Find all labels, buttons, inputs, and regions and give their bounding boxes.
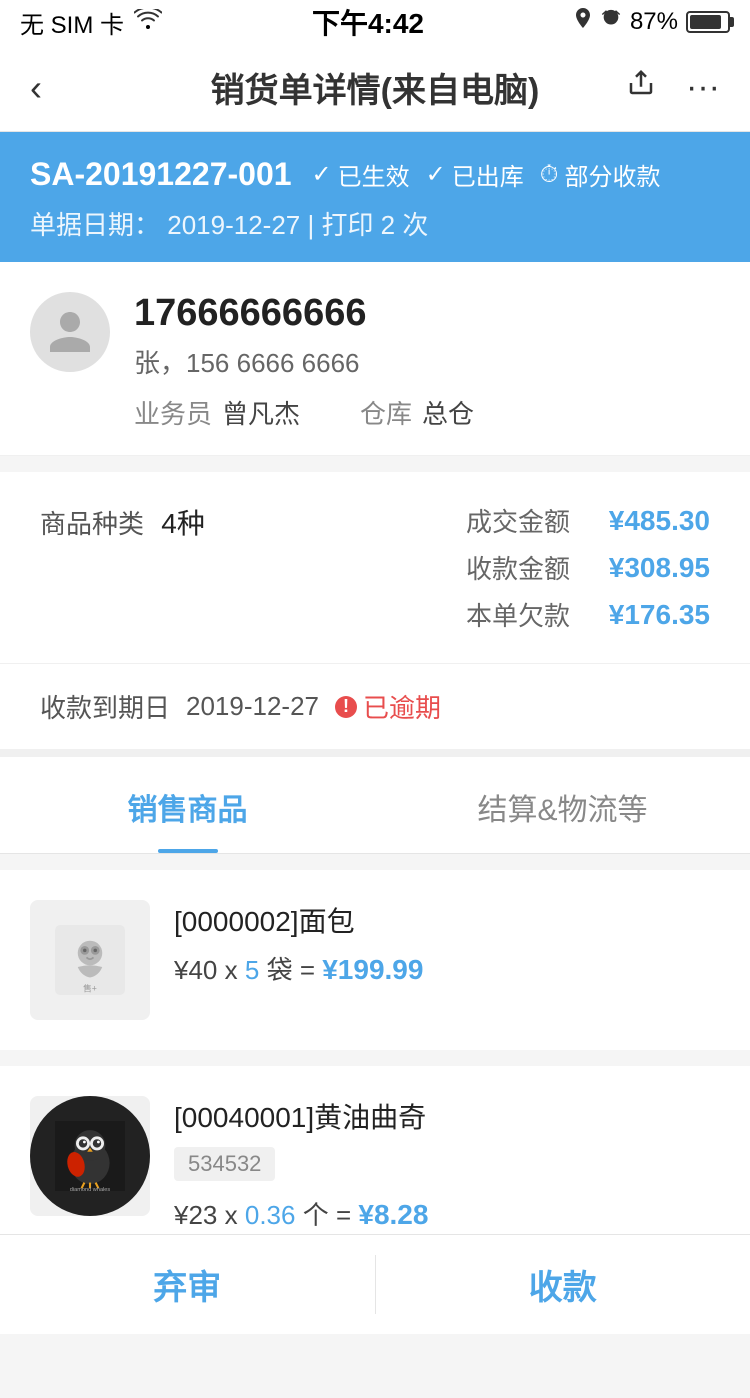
owed-label: 本单欠款 — [466, 596, 570, 633]
list-item: 售+ [0000002]面包 ¥40 x 5 袋 = ¥199.99 — [0, 870, 750, 1050]
overdue-badge: ! 已逾期 — [335, 688, 441, 725]
product-tag: 534532 — [174, 1147, 275, 1181]
wifi-icon — [134, 8, 162, 36]
salesperson-item: 业务员 曾凡杰 — [134, 394, 300, 431]
header-band: SA-20191227-001 ✓ 已生效 ✓ 已出库 ⏱ 部分收款 单据日期：… — [0, 132, 750, 262]
salesperson-label: 业务员 — [134, 394, 212, 431]
price-qty: 5 — [245, 955, 259, 985]
owed-value: ¥176.35 — [590, 599, 710, 631]
tab-settlement-logistics[interactable]: 结算&物流等 — [375, 757, 750, 853]
status-right: 87% — [574, 8, 730, 37]
warehouse-label: 仓库 — [360, 394, 412, 431]
status-badge-effective: ✓ 已生效 — [312, 157, 410, 192]
battery-level: 87% — [630, 8, 678, 36]
owl-logo: diamond whales — [30, 1096, 150, 1216]
product-name-2: [00040001]黄油曲奇 — [174, 1096, 720, 1136]
nav-actions: ··· — [626, 68, 720, 107]
price-unit-2: 个 — [303, 1200, 329, 1230]
bottom-bar: 弃审 收款 — [0, 1234, 750, 1334]
status-badges: ✓ 已生效 ✓ 已出库 ⏱ 部分收款 — [312, 157, 661, 192]
customer-name: 张，156 6666 6666 — [134, 343, 720, 380]
battery-icon — [686, 11, 730, 33]
product-info-2: [00040001]黄油曲奇 534532 ¥23 x 0.36 个 = ¥8.… — [174, 1096, 720, 1232]
price-base-2: ¥23 — [174, 1200, 217, 1230]
svg-text:diamond whales: diamond whales — [70, 1187, 111, 1191]
price-total-2: ¥8.28 — [358, 1199, 428, 1230]
product-info: [0000002]面包 ¥40 x 5 袋 = ¥199.99 — [174, 900, 720, 987]
clock-icon: ⏱ — [540, 161, 559, 189]
header-row2: 单据日期： 2019-12-27 | 打印 2 次 — [30, 205, 720, 242]
received-label: 收款金额 — [466, 549, 570, 586]
tabs-section: 销售商品 结算&物流等 — [0, 757, 750, 854]
carrier-label: 无 SIM 卡 — [20, 5, 124, 40]
summary-section: 商品种类 4种 成交金额 ¥485.30 收款金额 ¥308.95 本单欠款 ¥… — [0, 472, 750, 664]
product-list: 售+ [0000002]面包 ¥40 x 5 袋 = ¥199.99 — [0, 870, 750, 1262]
customer-section: 17666666666 张，156 6666 6666 业务员 曾凡杰 仓库 总… — [0, 262, 750, 456]
list-item: diamond whales [00040001]黄油曲奇 534532 ¥23… — [0, 1066, 750, 1262]
status-badge-shipped: ✓ 已出库 — [426, 157, 524, 192]
tab-sales-products[interactable]: 销售商品 — [0, 757, 375, 853]
svg-text:售+: 售+ — [83, 983, 97, 994]
more-icon[interactable]: ··· — [686, 68, 720, 107]
price-qty-2: 0.36 — [245, 1200, 296, 1230]
summary-right: 成交金额 ¥485.30 收款金额 ¥308.95 本单欠款 ¥176.35 — [466, 502, 710, 633]
nav-bar: ‹ 销货单详情(来自电脑) ··· — [0, 44, 750, 132]
cancel-button[interactable]: 弃审 — [0, 1235, 375, 1334]
check-icon-2: ✓ — [426, 160, 446, 189]
confirm-button[interactable]: 收款 — [376, 1235, 750, 1334]
due-label: 收款到期日 — [40, 688, 170, 725]
check-icon: ✓ — [312, 160, 332, 189]
warehouse-value: 总仓 — [422, 394, 474, 431]
price-unit: 袋 — [267, 955, 293, 985]
warehouse-item: 仓库 总仓 — [360, 394, 474, 431]
deal-amount-value: ¥485.30 — [590, 505, 710, 537]
product-price: ¥40 x 5 袋 = ¥199.99 — [174, 950, 720, 987]
product-price-2: ¥23 x 0.36 个 = ¥8.28 — [174, 1195, 720, 1232]
avatar — [30, 292, 110, 372]
owed-row: 本单欠款 ¥176.35 — [466, 596, 710, 633]
back-button[interactable]: ‹ — [30, 67, 42, 109]
summary-left: 商品种类 4种 — [40, 502, 205, 633]
customer-meta: 业务员 曾凡杰 仓库 总仓 — [134, 394, 720, 431]
header-row1: SA-20191227-001 ✓ 已生效 ✓ 已出库 ⏱ 部分收款 — [30, 156, 720, 193]
overdue-text: 已逾期 — [363, 688, 441, 725]
page-title: 销货单详情(来自电脑) — [211, 63, 540, 112]
status-bar: 无 SIM 卡 下午4:42 87% — [0, 0, 750, 44]
customer-phone: 17666666666 — [134, 292, 720, 335]
price-total: ¥199.99 — [322, 954, 423, 985]
location-icon — [574, 8, 592, 37]
type-value: 4种 — [161, 508, 205, 539]
status-left: 无 SIM 卡 — [20, 5, 162, 40]
due-section: 收款到期日 2019-12-27 ! 已逾期 — [0, 664, 750, 757]
status-time: 下午4:42 — [312, 2, 424, 42]
received-row: 收款金额 ¥308.95 — [466, 549, 710, 586]
product-name: [0000002]面包 — [174, 900, 720, 940]
price-base: ¥40 — [174, 955, 217, 985]
status-badge-partial: ⏱ 部分收款 — [540, 157, 661, 192]
overdue-icon: ! — [335, 696, 357, 718]
order-id: SA-20191227-001 — [30, 156, 292, 193]
alarm-icon — [600, 8, 622, 37]
salesperson-value: 曾凡杰 — [222, 394, 300, 431]
deal-amount-row: 成交金额 ¥485.30 — [466, 502, 710, 539]
share-icon[interactable] — [626, 68, 656, 107]
received-value: ¥308.95 — [590, 552, 710, 584]
due-date-value: 2019-12-27 — [186, 691, 319, 722]
deal-amount-label: 成交金额 — [466, 502, 570, 539]
type-label: 商品种类 — [40, 509, 144, 539]
product-thumbnail-2: diamond whales — [30, 1096, 150, 1216]
customer-info: 17666666666 张，156 6666 6666 业务员 曾凡杰 仓库 总… — [134, 292, 720, 431]
product-thumbnail: 售+ — [30, 900, 150, 1020]
